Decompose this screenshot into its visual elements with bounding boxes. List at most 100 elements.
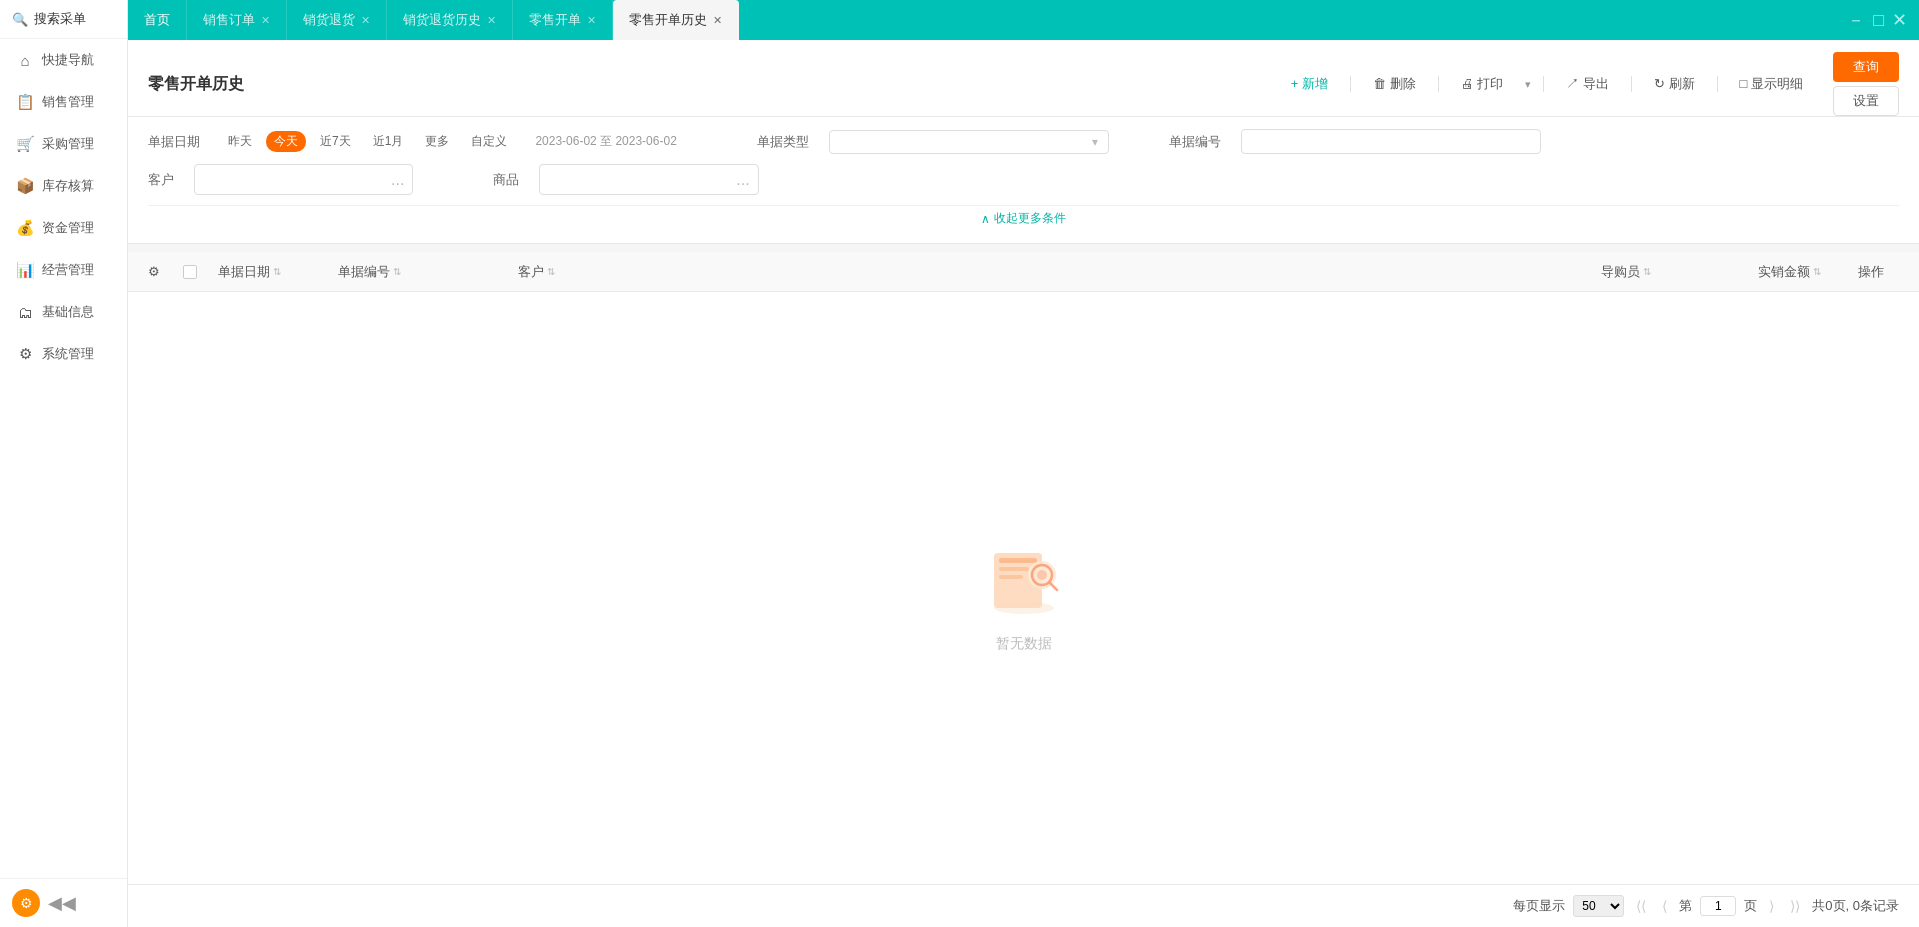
tabs-bar-right: － □ ✕ bbox=[1847, 8, 1919, 32]
sidebar-item-system[interactable]: ⚙系统管理 bbox=[0, 333, 127, 375]
tab-sales-return[interactable]: 销货退货✕ bbox=[287, 0, 387, 40]
th-checkbox[interactable] bbox=[172, 257, 208, 287]
window-maximize-icon[interactable]: □ bbox=[1873, 10, 1884, 31]
sidebar-item-sales-mgmt[interactable]: 📋销售管理 bbox=[0, 81, 127, 123]
sidebar-item-operation[interactable]: 📊经营管理 bbox=[0, 249, 127, 291]
show-detail-button[interactable]: □ 显示明细 bbox=[1730, 70, 1813, 98]
th-settings[interactable]: ⚙ bbox=[136, 256, 172, 287]
sidebar-item-finance[interactable]: 💰资金管理 bbox=[0, 207, 127, 249]
select-all-checkbox[interactable] bbox=[183, 265, 197, 279]
th-guide[interactable]: 导购员 ⇅ bbox=[1591, 255, 1711, 289]
date-shortcut-last_month[interactable]: 近1月 bbox=[365, 131, 412, 152]
customer-input[interactable] bbox=[203, 168, 391, 191]
delete-button[interactable]: 🗑 删除 bbox=[1363, 70, 1426, 98]
last-page-button[interactable]: ⟩⟩ bbox=[1786, 896, 1804, 916]
bill-type-label: 单据类型 bbox=[757, 133, 809, 151]
tab-sales-return-history[interactable]: 销货退货历史✕ bbox=[387, 0, 513, 40]
total-info: 共0页, 0条记录 bbox=[1812, 897, 1899, 915]
bill-type-select[interactable]: ▾ bbox=[829, 130, 1109, 154]
date-shortcuts: 昨天今天近7天近1月更多自定义 bbox=[220, 131, 515, 152]
th-date[interactable]: 单据日期 ⇅ bbox=[208, 255, 328, 289]
th-amount-label: 实销金额 bbox=[1758, 263, 1810, 281]
toolbar-divider-1 bbox=[1350, 76, 1351, 92]
th-ops-label: 操作 bbox=[1858, 263, 1884, 281]
date-shortcut-more[interactable]: 更多 bbox=[417, 131, 457, 152]
print-button[interactable]: 🖨 打印 bbox=[1451, 70, 1514, 98]
goods-dots-icon[interactable]: ... bbox=[736, 171, 749, 189]
sidebar-item-basic-info[interactable]: 🗂基础信息 bbox=[0, 291, 127, 333]
date-shortcut-last7[interactable]: 近7天 bbox=[312, 131, 359, 152]
bill-no-input[interactable] bbox=[1241, 129, 1541, 154]
settings-toolbar-button[interactable]: 设置 bbox=[1833, 86, 1899, 116]
sidebar: 🔍 搜索采单 ⌂快捷导航📋销售管理🛒采购管理📦库存核算💰资金管理📊经营管理🗂基础… bbox=[0, 0, 128, 927]
page-header: 零售开单历史 + 新增 🗑 删除 🖨 打印 ▾ ↗ 导出 ↻ 刷新 □ 显示明细… bbox=[128, 40, 1919, 117]
sidebar-item-inventory[interactable]: 📦库存核算 bbox=[0, 165, 127, 207]
query-button[interactable]: 查询 bbox=[1833, 52, 1899, 82]
filter-row-1: 单据日期 昨天今天近7天近1月更多自定义 2023-06-02 至 2023-0… bbox=[148, 129, 1899, 154]
svg-rect-3 bbox=[999, 567, 1029, 571]
tab-close-sales-order[interactable]: ✕ bbox=[261, 14, 270, 27]
sidebar-icon-basic-info: 🗂 bbox=[16, 304, 34, 321]
th-no-label: 单据编号 bbox=[338, 263, 390, 281]
empty-text: 暂无数据 bbox=[996, 635, 1052, 653]
collapse-label: 收起更多条件 bbox=[994, 210, 1066, 227]
sidebar-icon-sales-mgmt: 📋 bbox=[16, 93, 34, 111]
page-title: 零售开单历史 bbox=[148, 74, 244, 95]
tab-label-sales-order: 销售订单 bbox=[203, 11, 255, 29]
th-ops: 操作 bbox=[1831, 255, 1911, 289]
window-minimize-icon[interactable]: － bbox=[1847, 8, 1865, 32]
print-arrow-icon[interactable]: ▾ bbox=[1525, 78, 1531, 91]
tab-close-retail-open[interactable]: ✕ bbox=[587, 14, 596, 27]
empty-state: 暂无数据 bbox=[128, 292, 1919, 884]
svg-line-7 bbox=[1050, 583, 1057, 590]
th-amount-sort-icon: ⇅ bbox=[1813, 266, 1821, 277]
th-amount[interactable]: 实销金额 ⇅ bbox=[1711, 255, 1831, 289]
date-shortcut-today[interactable]: 今天 bbox=[266, 131, 306, 152]
sidebar-search[interactable]: 🔍 搜索采单 bbox=[0, 0, 127, 39]
sidebar-label-inventory: 库存核算 bbox=[42, 177, 94, 195]
page-label: 第 bbox=[1679, 897, 1692, 915]
sidebar-label-purchase-mgmt: 采购管理 bbox=[42, 135, 94, 153]
collapse-sidebar-button[interactable]: ◀◀ bbox=[48, 892, 76, 914]
tab-close-retail-history[interactable]: ✕ bbox=[713, 14, 722, 27]
sidebar-item-quick-nav[interactable]: ⌂快捷导航 bbox=[0, 39, 127, 81]
page-input[interactable] bbox=[1700, 896, 1736, 916]
next-page-button[interactable]: ⟩ bbox=[1765, 896, 1778, 916]
th-customer[interactable]: 客户 ⇅ bbox=[508, 255, 1591, 289]
tab-home[interactable]: 首页 bbox=[128, 0, 187, 40]
prev-page-button[interactable]: ⟨ bbox=[1658, 896, 1671, 916]
table-area: ⚙ 单据日期 ⇅ 单据编号 ⇅ 客户 ⇅ 导购员 bbox=[128, 252, 1919, 927]
search-icon: 🔍 bbox=[12, 12, 28, 27]
add-button[interactable]: + 新增 bbox=[1281, 70, 1338, 98]
th-guide-label: 导购员 bbox=[1601, 263, 1640, 281]
th-date-label: 单据日期 bbox=[218, 263, 270, 281]
first-page-button[interactable]: ⟨⟨ bbox=[1632, 896, 1650, 916]
tab-sales-order[interactable]: 销售订单 ✕ bbox=[187, 0, 287, 40]
date-shortcut-yesterday[interactable]: 昨天 bbox=[220, 131, 260, 152]
th-customer-sort-icon: ⇅ bbox=[547, 266, 555, 277]
tab-retail-open[interactable]: 零售开单✕ bbox=[513, 0, 613, 40]
tab-retail-history[interactable]: 零售开单历史 ✕ bbox=[613, 0, 739, 40]
toolbar-divider-4 bbox=[1631, 76, 1632, 92]
tab-label-retail-history: 零售开单历史 bbox=[629, 11, 707, 29]
export-button[interactable]: ↗ 导出 bbox=[1556, 70, 1619, 98]
tab-close-sales-return-history[interactable]: ✕ bbox=[487, 14, 496, 27]
refresh-button[interactable]: ↻ 刷新 bbox=[1644, 70, 1705, 98]
tab-close-sales-return[interactable]: ✕ bbox=[361, 14, 370, 27]
sidebar-label-system: 系统管理 bbox=[42, 345, 94, 363]
sidebar-item-purchase-mgmt[interactable]: 🛒采购管理 bbox=[0, 123, 127, 165]
collapse-more-btn[interactable]: ∧ 收起更多条件 bbox=[148, 205, 1899, 231]
th-no[interactable]: 单据编号 ⇅ bbox=[328, 255, 508, 289]
toolbar-divider-3 bbox=[1543, 76, 1544, 92]
settings-col-icon: ⚙ bbox=[148, 264, 160, 279]
goods-input[interactable] bbox=[548, 168, 736, 191]
sidebar-label-operation: 经营管理 bbox=[42, 261, 94, 279]
bill-type-arrow-icon: ▾ bbox=[1092, 135, 1098, 149]
page-size-select[interactable]: 20 50 100 bbox=[1573, 895, 1624, 917]
window-close-icon[interactable]: ✕ bbox=[1892, 9, 1907, 31]
filter-row-2: 客户 ... 商品 ... bbox=[148, 164, 1899, 195]
date-shortcut-custom[interactable]: 自定义 bbox=[463, 131, 515, 152]
page-size-label: 每页显示 bbox=[1513, 897, 1565, 915]
customer-dots-icon[interactable]: ... bbox=[391, 171, 404, 189]
settings-button[interactable]: ⚙ bbox=[12, 889, 40, 917]
